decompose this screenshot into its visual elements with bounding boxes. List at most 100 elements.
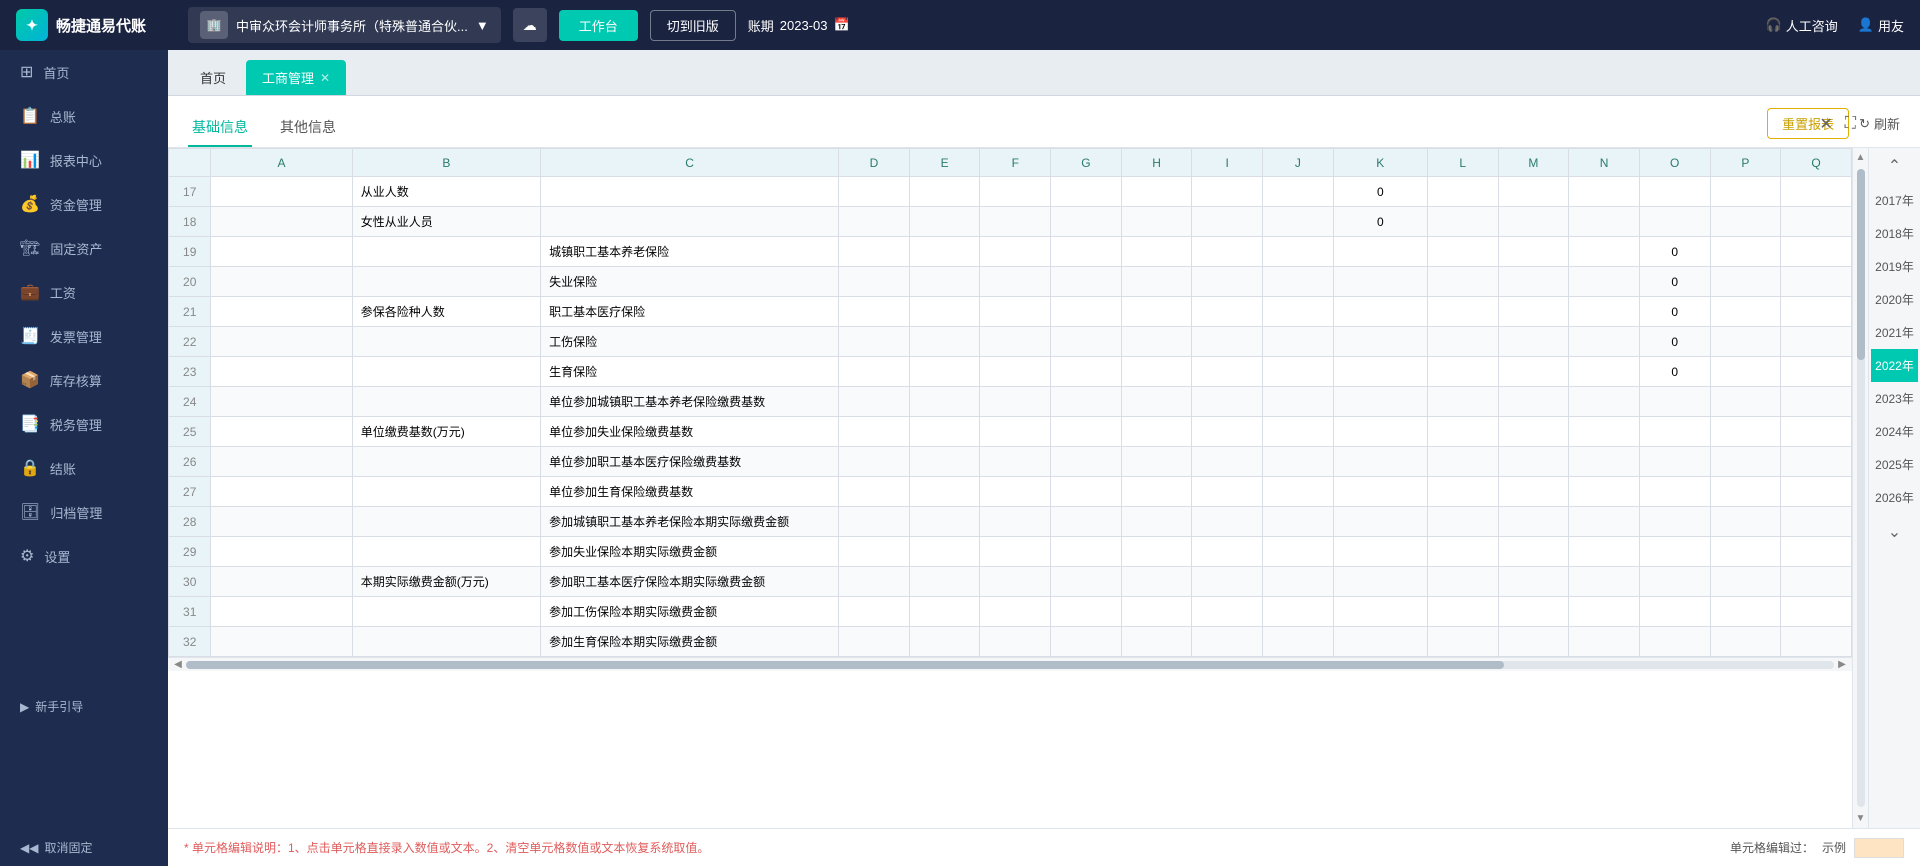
cell-30-col_m[interactable] bbox=[1498, 567, 1569, 597]
cell-21-col_f[interactable] bbox=[980, 297, 1051, 327]
cell-23-col_e[interactable] bbox=[909, 357, 980, 387]
window-expand-button[interactable]: ⛶ bbox=[1845, 114, 1856, 134]
cell-30-col_g[interactable] bbox=[1051, 567, 1122, 597]
cell-18-col_d[interactable] bbox=[839, 207, 910, 237]
cell-28-col_g[interactable] bbox=[1051, 507, 1122, 537]
cell-27-col_i[interactable] bbox=[1192, 477, 1263, 507]
cell-22-col_j[interactable] bbox=[1263, 327, 1334, 357]
cell-18-col_k[interactable]: 0 bbox=[1333, 207, 1427, 237]
cell-21-col_n[interactable] bbox=[1569, 297, 1640, 327]
cell-18-col_j[interactable] bbox=[1263, 207, 1334, 237]
cell-30-col_b[interactable]: 本期实际缴费金额(万元) bbox=[352, 567, 540, 597]
cell-17-col_f[interactable] bbox=[980, 177, 1051, 207]
sidebar-item-invoice[interactable]: 🧾 发票管理 bbox=[0, 314, 168, 358]
cell-19-col_p[interactable] bbox=[1710, 237, 1781, 267]
vertical-scrollbar[interactable]: ▲ ▼ bbox=[1852, 148, 1868, 828]
cell-25-col_o[interactable] bbox=[1639, 417, 1710, 447]
table-row[interactable]: 31参加工伤保险本期实际缴费金额 bbox=[169, 597, 1852, 627]
cell-22-col_d[interactable] bbox=[839, 327, 910, 357]
table-row[interactable]: 21参保各险种人数职工基本医疗保险0 bbox=[169, 297, 1852, 327]
cell-32-col_n[interactable] bbox=[1569, 627, 1640, 657]
cell-24-col_o[interactable] bbox=[1639, 387, 1710, 417]
cell-26-col_h[interactable] bbox=[1121, 447, 1192, 477]
cell-24-col_e[interactable] bbox=[909, 387, 980, 417]
cell-23-col_g[interactable] bbox=[1051, 357, 1122, 387]
cell-19-col_o[interactable]: 0 bbox=[1639, 237, 1710, 267]
cell-23-col_c[interactable]: 生育保险 bbox=[541, 357, 839, 387]
cell-30-col_n[interactable] bbox=[1569, 567, 1640, 597]
cell-20-col_b[interactable] bbox=[352, 267, 540, 297]
workbench-button[interactable]: 工作台 bbox=[559, 10, 638, 41]
sidebar-item-close[interactable]: 🔒 结账 bbox=[0, 446, 168, 490]
cell-17-col_h[interactable] bbox=[1121, 177, 1192, 207]
cell-24-col_c[interactable]: 单位参加城镇职工基本养老保险缴费基数 bbox=[541, 387, 839, 417]
cell-20-col_d[interactable] bbox=[839, 267, 910, 297]
cell-17-col_g[interactable] bbox=[1051, 177, 1122, 207]
cell-25-col_p[interactable] bbox=[1710, 417, 1781, 447]
year-item-2017[interactable]: 2017年 bbox=[1871, 184, 1918, 217]
cell-27-col_b[interactable] bbox=[352, 477, 540, 507]
cell-31-col_m[interactable] bbox=[1498, 597, 1569, 627]
cell-17-col_c[interactable] bbox=[541, 177, 839, 207]
cell-22-col_o[interactable]: 0 bbox=[1639, 327, 1710, 357]
cell-31-col_c[interactable]: 参加工伤保险本期实际缴费金额 bbox=[541, 597, 839, 627]
cell-30-col_c[interactable]: 参加职工基本医疗保险本期实际缴费金额 bbox=[541, 567, 839, 597]
cell-24-col_n[interactable] bbox=[1569, 387, 1640, 417]
spreadsheet-container[interactable]: A B C D E F G H I J K L M bbox=[168, 148, 1852, 828]
cell-18-col_o[interactable] bbox=[1639, 207, 1710, 237]
import-icon[interactable]: ☁ bbox=[513, 8, 547, 42]
cell-32-col_p[interactable] bbox=[1710, 627, 1781, 657]
cell-18-col_n[interactable] bbox=[1569, 207, 1640, 237]
cell-26-col_m[interactable] bbox=[1498, 447, 1569, 477]
cell-31-col_p[interactable] bbox=[1710, 597, 1781, 627]
cell-32-col_d[interactable] bbox=[839, 627, 910, 657]
cell-27-col_f[interactable] bbox=[980, 477, 1051, 507]
cell-22-col_b[interactable] bbox=[352, 327, 540, 357]
cell-26-col_l[interactable] bbox=[1427, 447, 1498, 477]
cell-29-col_a[interactable] bbox=[211, 537, 352, 567]
cell-17-col_o[interactable] bbox=[1639, 177, 1710, 207]
table-row[interactable]: 27单位参加生育保险缴费基数 bbox=[169, 477, 1852, 507]
cell-20-col_a[interactable] bbox=[211, 267, 352, 297]
cell-28-col_n[interactable] bbox=[1569, 507, 1640, 537]
user-item[interactable]: 👤 用友 bbox=[1858, 16, 1904, 35]
cell-19-col_e[interactable] bbox=[909, 237, 980, 267]
cell-32-col_l[interactable] bbox=[1427, 627, 1498, 657]
cell-31-col_b[interactable] bbox=[352, 597, 540, 627]
cell-29-col_i[interactable] bbox=[1192, 537, 1263, 567]
cell-27-col_j[interactable] bbox=[1263, 477, 1334, 507]
cell-19-col_c[interactable]: 城镇职工基本养老保险 bbox=[541, 237, 839, 267]
cell-19-col_a[interactable] bbox=[211, 237, 352, 267]
cell-20-col_i[interactable] bbox=[1192, 267, 1263, 297]
cell-27-col_a[interactable] bbox=[211, 477, 352, 507]
cell-31-col_n[interactable] bbox=[1569, 597, 1640, 627]
window-close-button[interactable]: ✕ bbox=[1819, 114, 1832, 134]
cell-26-col_n[interactable] bbox=[1569, 447, 1640, 477]
cell-23-col_a[interactable] bbox=[211, 357, 352, 387]
cell-22-col_m[interactable] bbox=[1498, 327, 1569, 357]
cell-21-col_m[interactable] bbox=[1498, 297, 1569, 327]
cell-29-col_k[interactable] bbox=[1333, 537, 1427, 567]
cell-19-col_g[interactable] bbox=[1051, 237, 1122, 267]
cell-27-col_h[interactable] bbox=[1121, 477, 1192, 507]
cell-28-col_m[interactable] bbox=[1498, 507, 1569, 537]
cell-31-col_e[interactable] bbox=[909, 597, 980, 627]
tab-close-icon[interactable]: ✕ bbox=[320, 71, 330, 85]
cell-22-col_n[interactable] bbox=[1569, 327, 1640, 357]
cell-17-col_i[interactable] bbox=[1192, 177, 1263, 207]
cell-17-col_q[interactable] bbox=[1781, 177, 1852, 207]
cell-32-col_f[interactable] bbox=[980, 627, 1051, 657]
cell-30-col_h[interactable] bbox=[1121, 567, 1192, 597]
cell-23-col_f[interactable] bbox=[980, 357, 1051, 387]
sidebar-cancel-fix[interactable]: ◀◀ 取消固定 bbox=[0, 835, 168, 866]
table-row[interactable]: 32参加生育保险本期实际缴费金额 bbox=[169, 627, 1852, 657]
cell-29-col_h[interactable] bbox=[1121, 537, 1192, 567]
cell-31-col_d[interactable] bbox=[839, 597, 910, 627]
cell-20-col_h[interactable] bbox=[1121, 267, 1192, 297]
cell-25-col_e[interactable] bbox=[909, 417, 980, 447]
sidebar-item-settings[interactable]: ⚙ 设置 bbox=[0, 534, 168, 578]
cell-32-col_g[interactable] bbox=[1051, 627, 1122, 657]
cell-25-col_l[interactable] bbox=[1427, 417, 1498, 447]
cell-22-col_k[interactable] bbox=[1333, 327, 1427, 357]
cell-27-col_q[interactable] bbox=[1781, 477, 1852, 507]
